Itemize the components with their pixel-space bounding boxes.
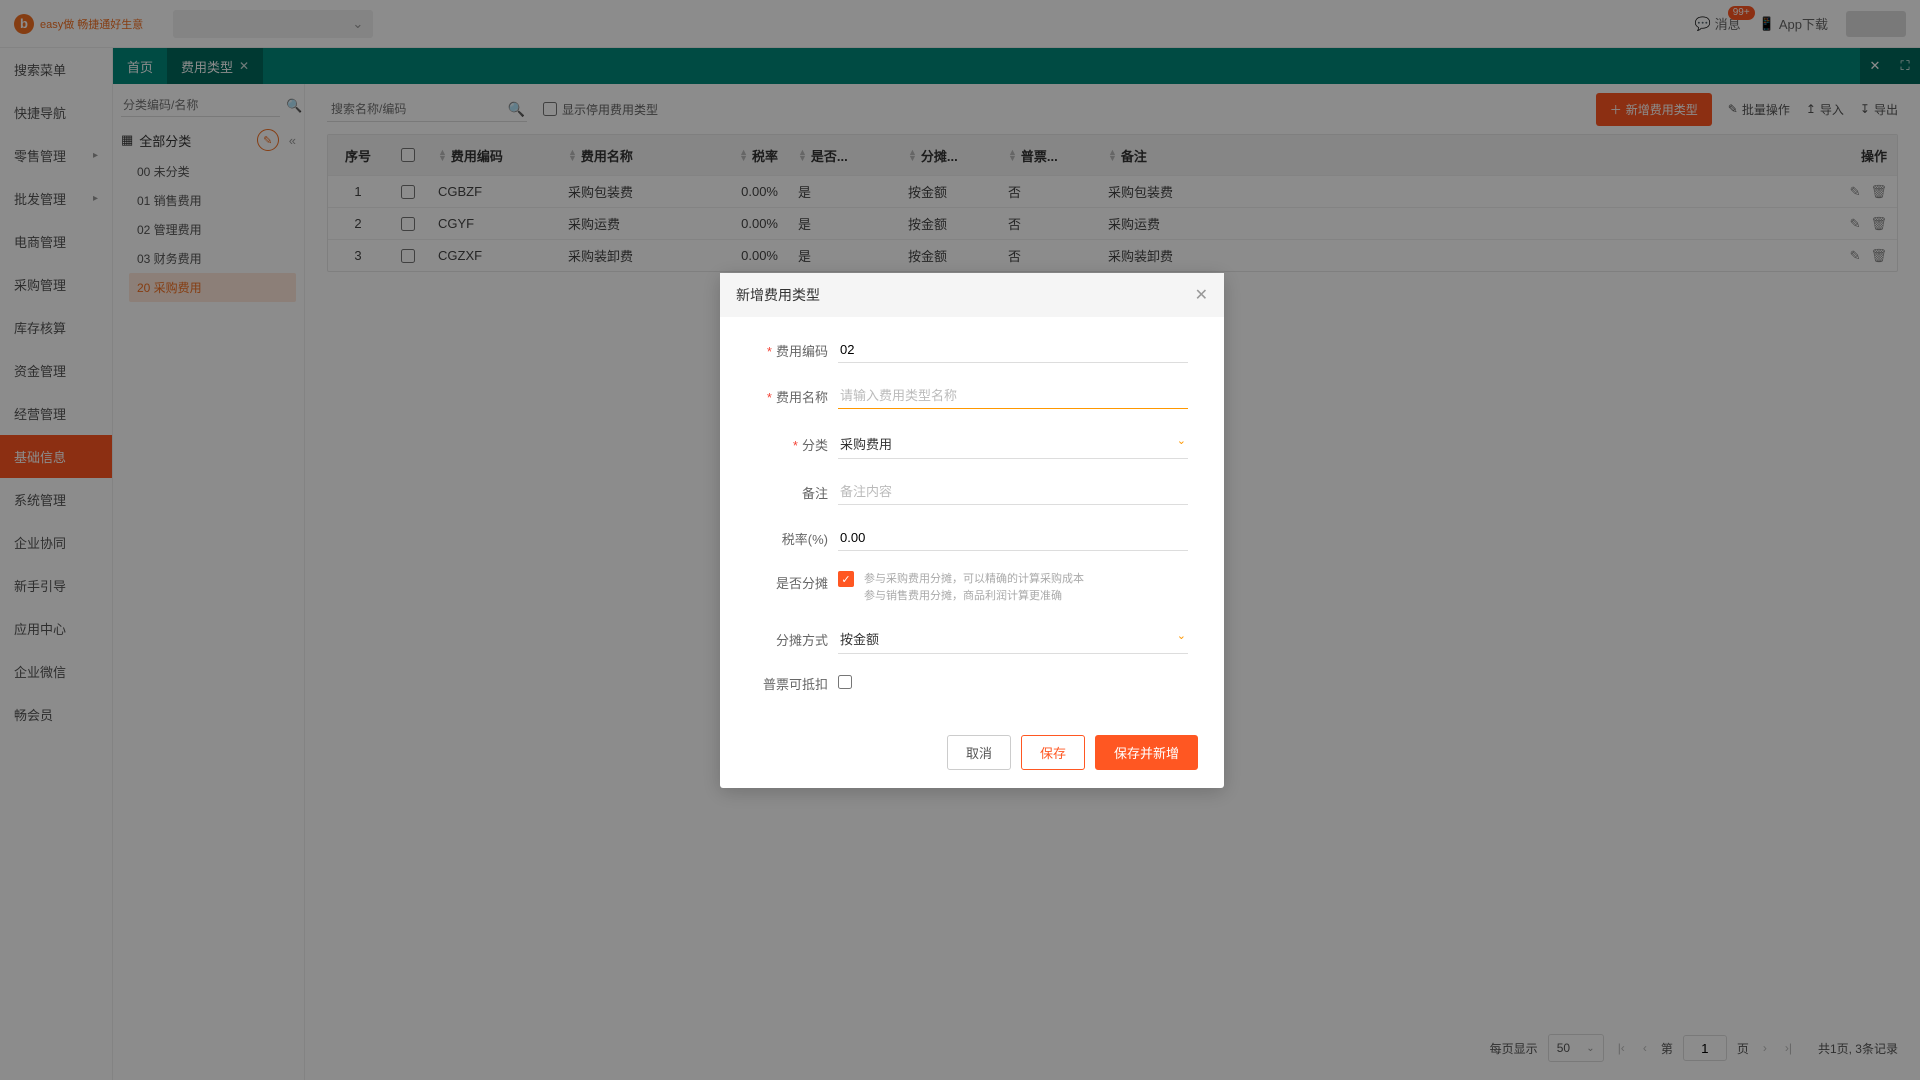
save-button[interactable]: 保存: [1021, 735, 1085, 770]
modal-title: 新增费用类型: [736, 285, 820, 305]
name-label: 费用名称: [756, 387, 838, 406]
category-value: 采购费用: [840, 434, 892, 453]
method-label: 分摊方式: [756, 630, 838, 649]
allocate-label: 是否分摊: [756, 571, 838, 592]
chevron-down-icon: ⌄: [1177, 434, 1186, 453]
add-cost-type-modal: 新增费用类型 ✕ 费用编码 费用名称 分类 采购费用 ⌄ 备注 税率(%): [720, 273, 1224, 788]
allocate-hint: 参与采购费用分摊，可以精确的计算采购成本 参与销售费用分摊，商品利润计算更准确: [864, 571, 1188, 604]
modal-footer: 取消 保存 保存并新增: [720, 723, 1224, 788]
chevron-down-icon: ⌄: [1177, 629, 1186, 648]
close-icon[interactable]: ✕: [1195, 285, 1208, 305]
modal-header: 新增费用类型 ✕: [720, 273, 1224, 317]
save-new-button[interactable]: 保存并新增: [1095, 735, 1198, 770]
method-select[interactable]: 按金额 ⌄: [838, 624, 1188, 654]
code-label: 费用编码: [756, 341, 838, 360]
allocate-hint-2: 参与销售费用分摊，商品利润计算更准确: [864, 588, 1188, 605]
method-value: 按金额: [840, 629, 879, 648]
category-select[interactable]: 采购费用 ⌄: [838, 429, 1188, 459]
category-label: 分类: [756, 435, 838, 454]
code-input[interactable]: [838, 337, 1188, 363]
name-input[interactable]: [838, 383, 1188, 409]
pu-label: 普票可抵扣: [756, 674, 838, 693]
cancel-button[interactable]: 取消: [947, 735, 1011, 770]
rate-input[interactable]: [838, 525, 1188, 551]
pu-checkbox[interactable]: [838, 675, 852, 689]
allocate-hint-1: 参与采购费用分摊，可以精确的计算采购成本: [864, 571, 1188, 588]
rate-label: 税率(%): [756, 529, 838, 548]
modal-body: 费用编码 费用名称 分类 采购费用 ⌄ 备注 税率(%) 是否分摊: [720, 317, 1224, 723]
allocate-checkbox[interactable]: ✓: [838, 571, 854, 587]
note-label: 备注: [756, 483, 838, 502]
note-input[interactable]: [838, 479, 1188, 505]
